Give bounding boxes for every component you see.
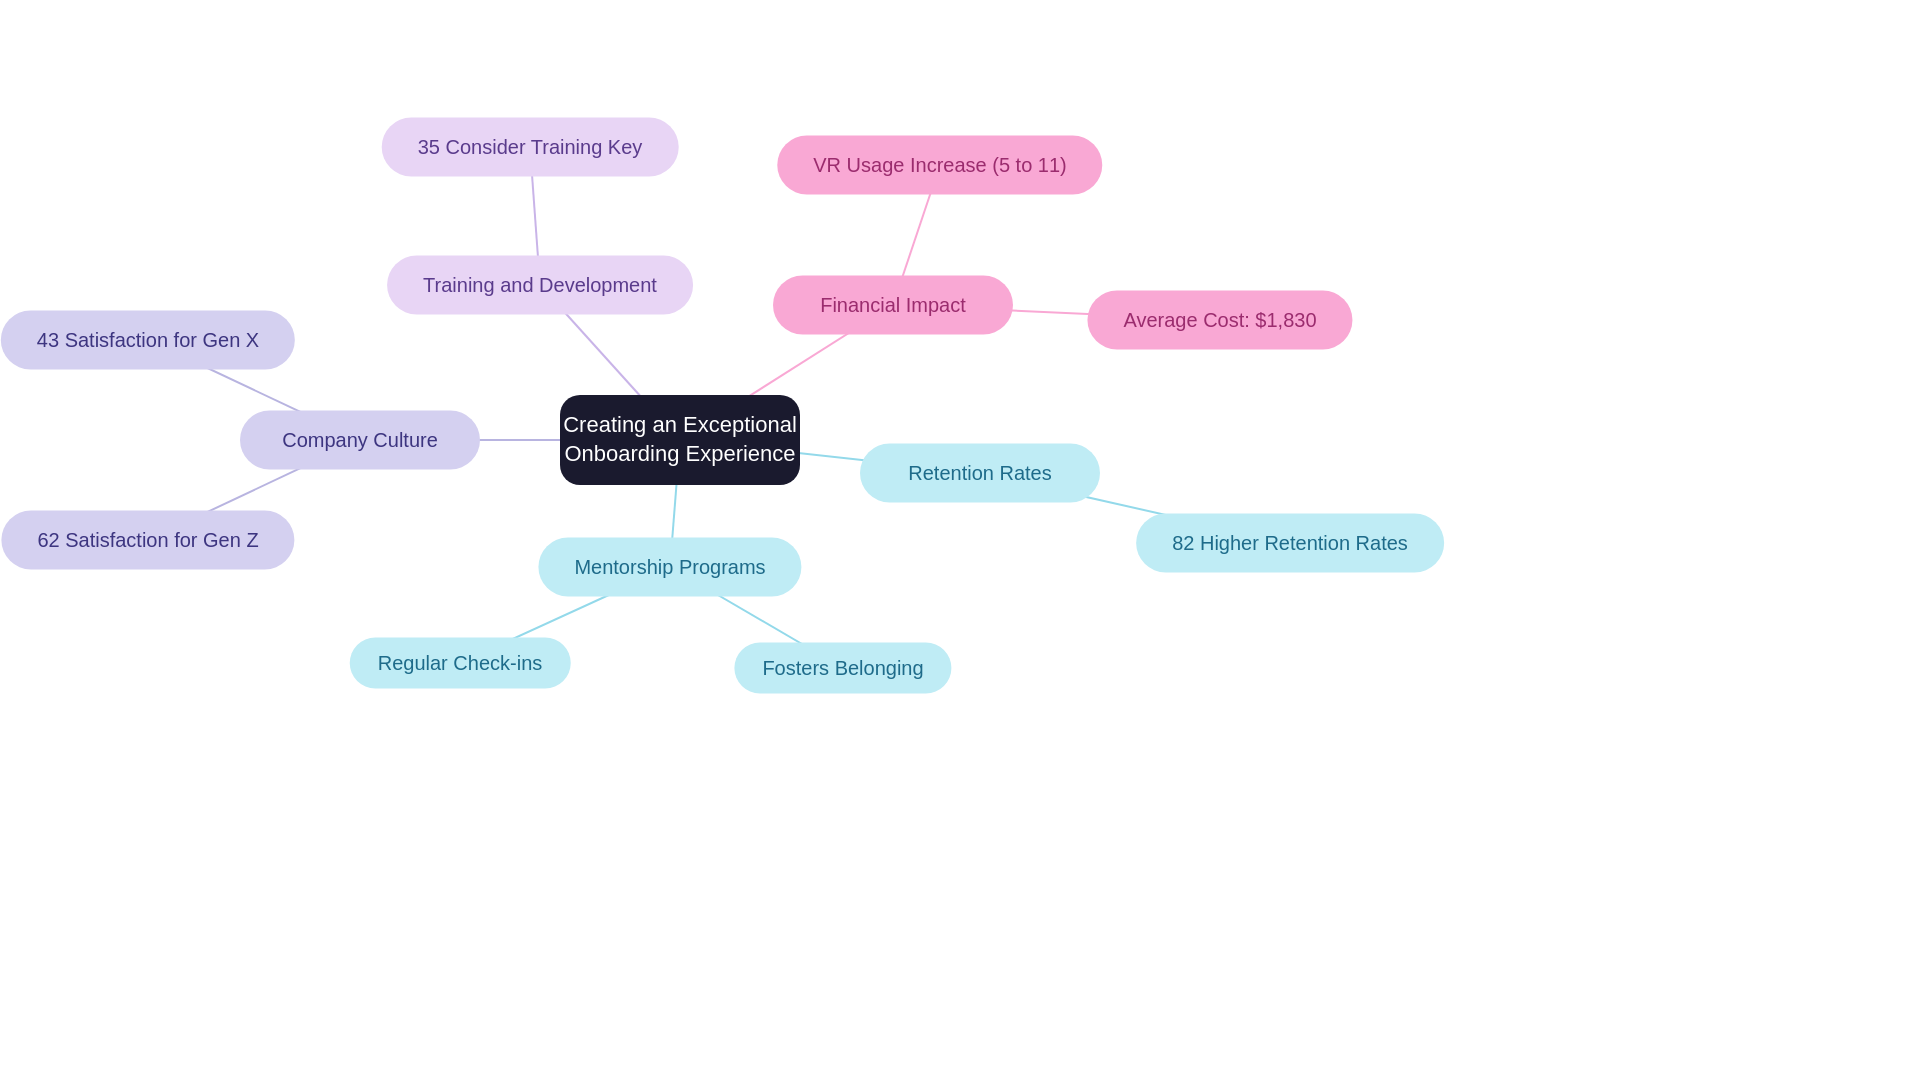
node-gen-z[interactable]: 62 Satisfaction for Gen Z (1, 511, 294, 570)
node-financial-impact[interactable]: Financial Impact (773, 276, 1013, 335)
node-avg-cost[interactable]: Average Cost: $1,830 (1087, 291, 1352, 350)
node-fosters-belonging[interactable]: Fosters Belonging (734, 643, 951, 694)
node-training-dev[interactable]: Training and Development (387, 256, 693, 315)
node-consider-training[interactable]: 35 Consider Training Key (382, 118, 679, 177)
node-higher-retention[interactable]: 82 Higher Retention Rates (1136, 514, 1444, 573)
mind-map: Creating an Exceptional Onboarding Exper… (0, 0, 1920, 1083)
center-node[interactable]: Creating an Exceptional Onboarding Exper… (560, 395, 800, 485)
node-vr-usage[interactable]: VR Usage Increase (5 to 11) (777, 136, 1102, 195)
node-gen-x[interactable]: 43 Satisfaction for Gen X (1, 311, 295, 370)
node-mentorship[interactable]: Mentorship Programs (538, 538, 801, 597)
node-regular-checkins[interactable]: Regular Check-ins (350, 638, 571, 689)
node-retention-rates[interactable]: Retention Rates (860, 444, 1100, 503)
node-company-culture[interactable]: Company Culture (240, 411, 480, 470)
